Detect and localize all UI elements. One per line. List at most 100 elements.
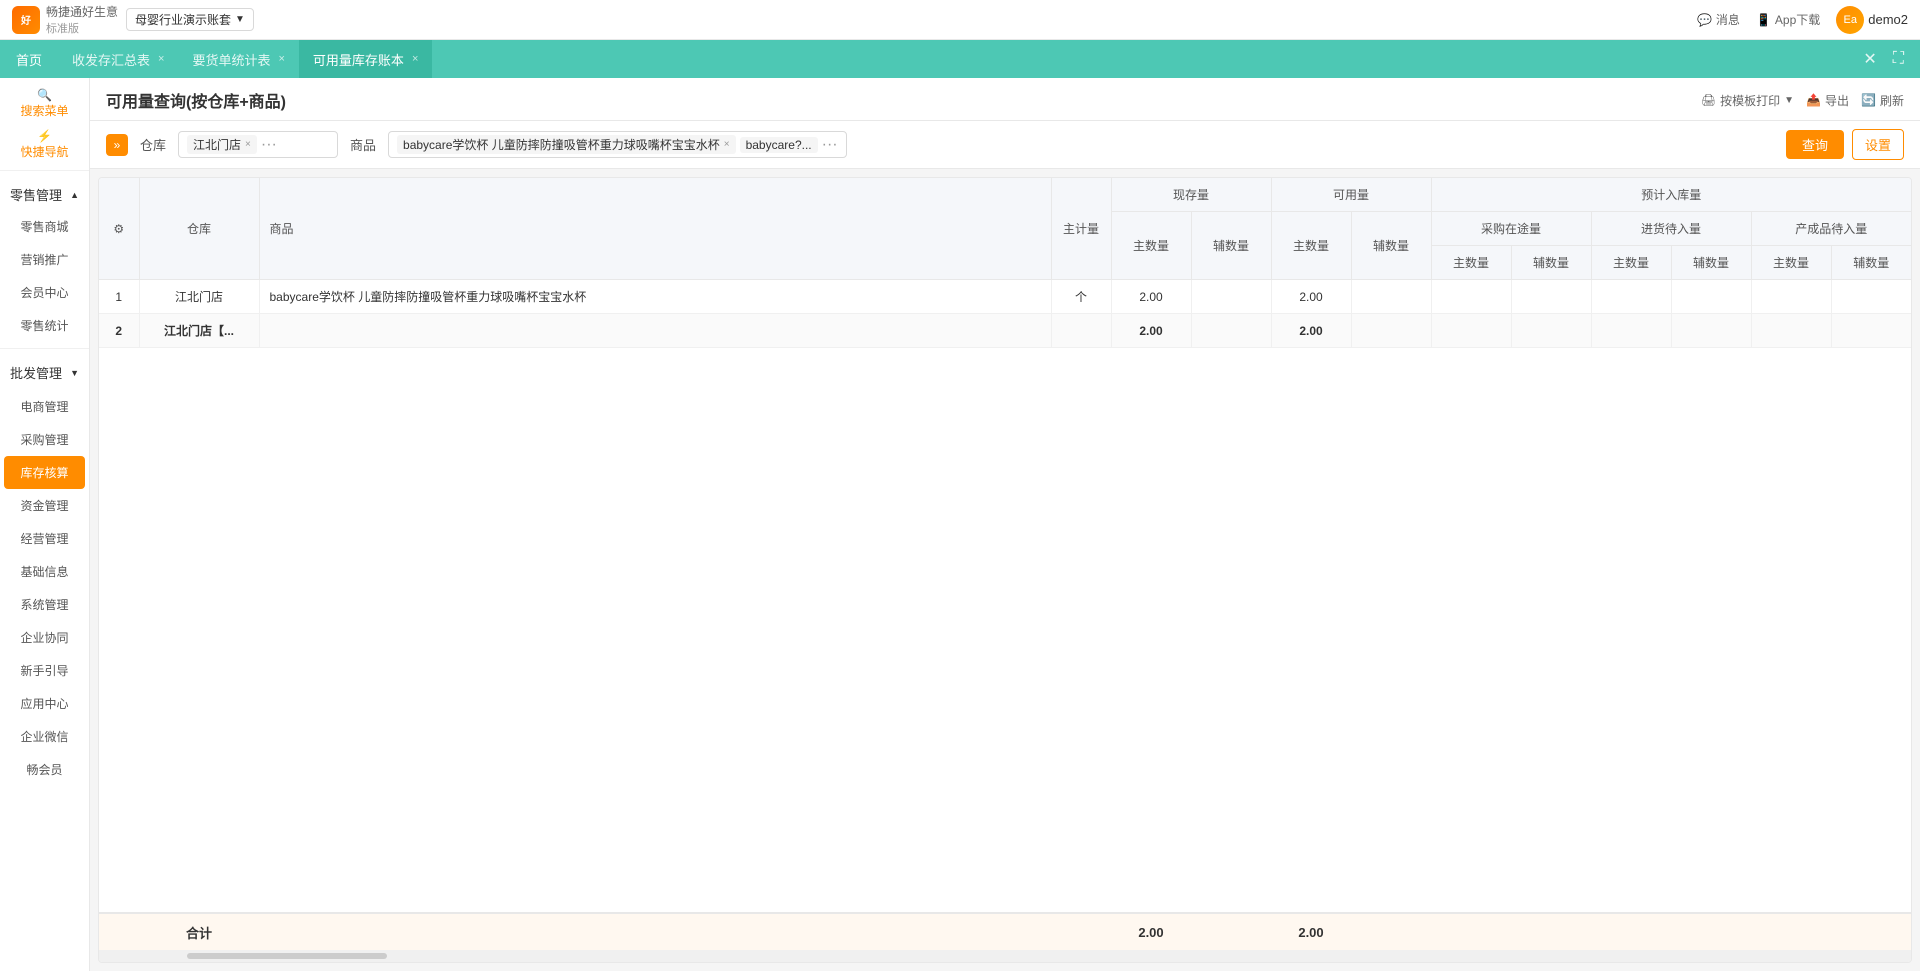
tab-orders-label: 要货单统计表 — [192, 50, 270, 69]
sidebar-item-retail-mall-label: 零售商城 — [20, 220, 68, 234]
sidebar-item-new-guide[interactable]: 新手引导 — [0, 654, 89, 687]
logo-text: 畅捷通好生意 — [46, 3, 118, 20]
product-more-icon[interactable]: ··· — [822, 137, 838, 153]
sidebar-item-enterprise-collab[interactable]: 企业协同 — [0, 621, 89, 654]
sidebar-item-marketing[interactable]: 营销推广 — [0, 243, 89, 276]
message-btn[interactable]: 💬 消息 — [1697, 11, 1740, 28]
sidebar-item-ecommerce-mgmt[interactable]: 电商管理 — [0, 390, 89, 423]
logo-icon: 好 — [12, 6, 40, 34]
product-tag-1-close[interactable]: × — [724, 139, 730, 150]
table-container: ⚙ 仓库 商品 主计量 现存量 可用量 预计入库量 主数量 辅数量 主数量 — [98, 177, 1912, 963]
th-incoming-group: 预计入库量 — [1431, 178, 1911, 212]
product-tag-1-text: babycare学饮杯 儿童防摔防撞吸管杯重力球吸嘴杯宝宝水杯 — [403, 136, 720, 153]
subtotal-finished-aux — [1831, 314, 1911, 348]
tab-orders-close[interactable]: × — [278, 53, 284, 65]
sidebar-item-basic-info[interactable]: 基础信息 — [0, 555, 89, 588]
sidebar-item-business-mgmt[interactable]: 经营管理 — [0, 522, 89, 555]
query-btn[interactable]: 查询 — [1786, 130, 1844, 159]
warehouse-input[interactable]: 江北门店 × ··· — [178, 131, 338, 158]
sidebar-item-enterprise-wechat[interactable]: 企业微信 — [0, 720, 89, 753]
settings-btn[interactable]: 设置 — [1852, 129, 1904, 160]
sidebar-search-btn[interactable]: 🔍 搜索菜单 — [0, 78, 89, 125]
tab-receipts[interactable]: 收发存汇总表 × — [58, 40, 178, 78]
subtotal-purchase-main — [1431, 314, 1511, 348]
product-tag-2-text: babycare?... — [746, 138, 812, 152]
row-purchase-main — [1431, 280, 1511, 314]
warehouse-tag: 江北门店 × — [187, 135, 257, 154]
sidebar-item-finance-mgmt[interactable]: 资金管理 — [0, 489, 89, 522]
industry-selector[interactable]: 母婴行业演示账套 ▼ — [126, 8, 254, 31]
sidebar-item-vip-member[interactable]: 畅会员 — [0, 753, 89, 786]
sidebar-item-retail-mgmt[interactable]: 零售管理 ▲ — [0, 177, 89, 210]
filter-bar: » 仓库 江北门店 × ··· 商品 babycare学饮杯 儿童防摔防撞吸管杯… — [90, 121, 1920, 169]
tab-orders[interactable]: 要货单统计表 × — [178, 40, 298, 78]
scroll-thumb[interactable] — [187, 953, 387, 959]
sidebar-item-marketing-label: 营销推广 — [20, 253, 68, 267]
table-scroll[interactable]: ⚙ 仓库 商品 主计量 现存量 可用量 预计入库量 主数量 辅数量 主数量 — [99, 178, 1911, 912]
subtotal-stock-main: 2.00 — [1111, 314, 1191, 348]
message-icon: 💬 — [1697, 13, 1712, 27]
sidebar-quick-nav-label: 快捷导航 — [0, 143, 89, 160]
table-row: 1 江北门店 babycare学饮杯 儿童防摔防撞吸管杯重力球吸嘴杯宝宝水杯 个… — [99, 280, 1911, 314]
sidebar-item-new-guide-label: 新手引导 — [20, 664, 68, 678]
sidebar: 🔍 搜索菜单 ⚡ 快捷导航 零售管理 ▲ 零售商城 营销推广 会员中心 零售统计 — [0, 78, 90, 971]
subtotal-stock-aux — [1191, 314, 1271, 348]
sidebar-item-member-center[interactable]: 会员中心 — [0, 276, 89, 309]
tab-close-all-btn[interactable]: ✕ — [1859, 45, 1880, 73]
user-area[interactable]: Ea demo2 — [1836, 6, 1908, 34]
product-input[interactable]: babycare学饮杯 儿童防摔防撞吸管杯重力球吸嘴杯宝宝水杯 × babyca… — [388, 131, 847, 158]
th-purchase-group: 采购在途量 — [1431, 212, 1591, 246]
filter-toggle-btn[interactable]: » — [106, 134, 128, 156]
sidebar-divider-1 — [0, 170, 89, 171]
export-btn[interactable]: 📤 导出 — [1806, 92, 1849, 109]
top-bar-right: 💬 消息 📱 App下载 Ea demo2 — [1697, 6, 1908, 34]
th-finished-aux: 辅数量 — [1831, 246, 1911, 280]
horizontal-scrollbar[interactable] — [99, 950, 1911, 962]
sidebar-item-app-center[interactable]: 应用中心 — [0, 687, 89, 720]
sidebar-quick-nav-btn[interactable]: ⚡ 快捷导航 — [0, 125, 89, 166]
subtotal-product — [259, 314, 1051, 348]
row-warehouse: 江北门店 — [139, 280, 259, 314]
data-table: ⚙ 仓库 商品 主计量 现存量 可用量 预计入库量 主数量 辅数量 主数量 — [99, 178, 1911, 348]
sidebar-item-app-center-label: 应用中心 — [20, 697, 68, 711]
tab-home[interactable]: 首页 — [0, 40, 58, 78]
chevron-down-icon: ▼ — [235, 14, 245, 25]
avatar-text: Ea — [1844, 14, 1857, 26]
tab-available-close[interactable]: × — [412, 53, 418, 65]
header-row-1: ⚙ 仓库 商品 主计量 现存量 可用量 预计入库量 — [99, 178, 1911, 212]
app-download-btn[interactable]: 📱 App下载 — [1756, 11, 1820, 28]
row-product: babycare学饮杯 儿童防摔防撞吸管杯重力球吸嘴杯宝宝水杯 — [259, 280, 1051, 314]
row-stock-aux — [1191, 280, 1271, 314]
tab-receipts-close[interactable]: × — [158, 53, 164, 65]
th-finished-main: 主数量 — [1751, 246, 1831, 280]
warehouse-more-icon[interactable]: ··· — [261, 137, 277, 153]
tab-available[interactable]: 可用量库存账本 × — [299, 40, 432, 78]
subtotal-finished-main — [1751, 314, 1831, 348]
sidebar-item-system-mgmt[interactable]: 系统管理 — [0, 588, 89, 621]
print-btn[interactable]: 🖨 按模板打印 ▼ — [1701, 92, 1794, 109]
sidebar-item-inventory-check[interactable]: 库存核算 — [4, 456, 85, 489]
refresh-btn[interactable]: 🔄 刷新 — [1861, 92, 1904, 109]
chevron-right-icon: » — [114, 138, 121, 152]
sidebar-item-wholesale-mgmt[interactable]: 批发管理 ▼ — [0, 355, 89, 388]
th-settings[interactable]: ⚙ — [99, 178, 139, 280]
total-label: 合计 — [139, 923, 259, 942]
sidebar-item-finance-mgmt-label: 资金管理 — [20, 499, 68, 513]
sidebar-item-retail-stats-label: 零售统计 — [20, 319, 68, 333]
th-unit: 主计量 — [1051, 178, 1111, 280]
th-available-group: 可用量 — [1271, 178, 1431, 212]
print-label: 按模板打印 — [1720, 92, 1780, 109]
tab-fullscreen-btn[interactable]: ⛶ — [1889, 46, 1908, 72]
sidebar-item-retail-stats[interactable]: 零售统计 — [0, 309, 89, 342]
sidebar-item-inventory-check-label: 库存核算 — [20, 466, 68, 480]
tab-home-label: 首页 — [16, 50, 42, 69]
total-stock-main: 2.00 — [1111, 925, 1191, 940]
industry-name: 母婴行业演示账套 — [135, 11, 231, 28]
sidebar-item-purchase-mgmt[interactable]: 采购管理 — [0, 423, 89, 456]
app-icon: 📱 — [1756, 13, 1771, 27]
sidebar-item-retail-mall[interactable]: 零售商城 — [0, 210, 89, 243]
th-pi-aux: 辅数量 — [1671, 246, 1751, 280]
row-avail-main: 2.00 — [1271, 280, 1351, 314]
warehouse-tag-close[interactable]: × — [245, 139, 251, 150]
avatar: Ea — [1836, 6, 1864, 34]
